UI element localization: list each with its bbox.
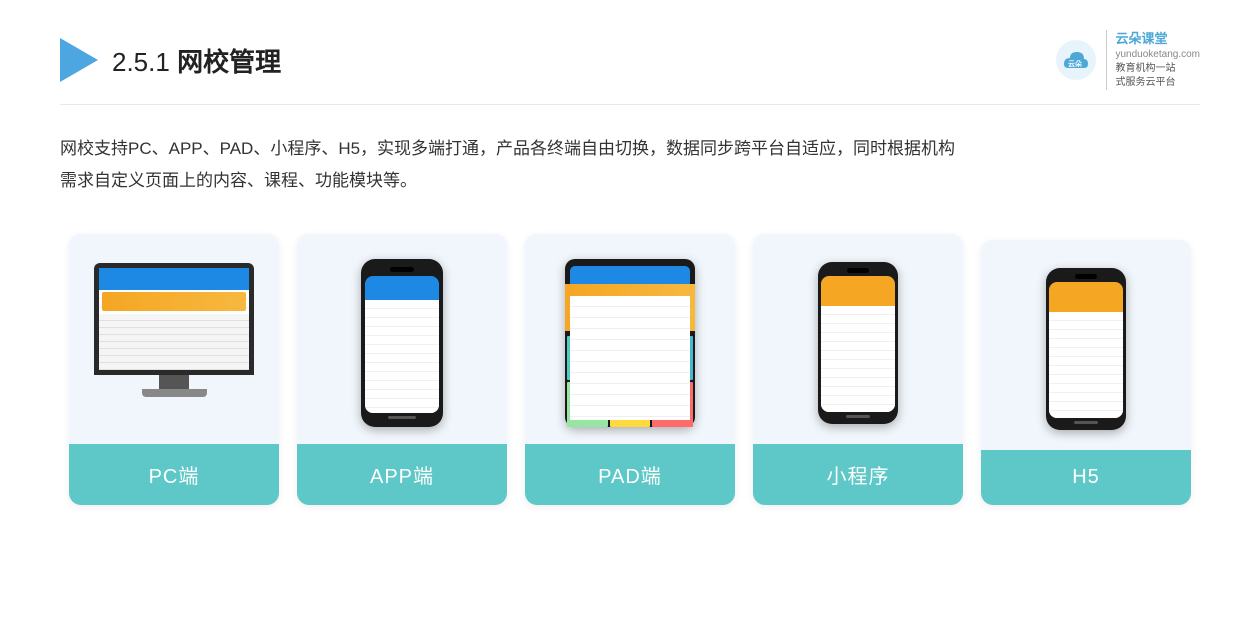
description-text: 网校支持PC、APP、PAD、小程序、H5，实现多端打通，产品各终端自由切换，数… <box>60 133 1200 198</box>
mini-phone-notch-2 <box>1075 274 1097 279</box>
card-pad-label: PAD端 <box>525 444 735 505</box>
mini-phone-home-bar-2 <box>1074 421 1098 424</box>
brand-logo: 云朵 云朵课堂 yunduoketang.com 教育机构一站 式服务云平台 <box>1054 30 1200 90</box>
monitor-body <box>94 263 254 375</box>
header-right: 云朵 云朵课堂 yunduoketang.com 教育机构一站 式服务云平台 <box>1054 30 1200 90</box>
phone-home-bar <box>388 416 416 419</box>
card-app: APP端 <box>297 234 507 505</box>
card-h5-label: H5 <box>981 450 1191 505</box>
monitor-stand <box>159 375 189 389</box>
card-h5: H5 <box>981 240 1191 505</box>
pc-mockup <box>89 263 259 423</box>
monitor-screen <box>99 268 249 370</box>
card-pad: PAD端 <box>525 234 735 505</box>
pad-mockup <box>565 259 695 427</box>
cards-row: PC端 <box>60 234 1200 505</box>
card-app-label: APP端 <box>297 444 507 505</box>
page-title: 2.5.1 网校管理 <box>112 42 281 79</box>
card-miniprogram: 小程序 <box>753 234 963 505</box>
card-miniprogram-image <box>753 234 963 444</box>
mini-phone-screen-1 <box>821 276 895 412</box>
pad-screen <box>570 266 690 404</box>
svg-text:云朵: 云朵 <box>1068 59 1083 68</box>
header: 2.5.1 网校管理 云朵 云朵课堂 yunduoketang.com 教育机构… <box>60 30 1200 105</box>
mini-phone-home-bar-1 <box>846 415 870 418</box>
phone-notch <box>390 267 414 272</box>
header-left: 2.5.1 网校管理 <box>60 38 281 82</box>
card-pad-image <box>525 234 735 444</box>
mini-phone-mockup-2 <box>1046 268 1126 430</box>
card-h5-image <box>981 240 1191 450</box>
page-container: 2.5.1 网校管理 云朵 云朵课堂 yunduoketang.com 教育机构… <box>0 0 1260 630</box>
phone-screen <box>365 276 439 413</box>
card-app-image <box>297 234 507 444</box>
card-pc: PC端 <box>69 234 279 505</box>
card-pc-label: PC端 <box>69 444 279 505</box>
mini-phone-notch-1 <box>847 268 869 273</box>
card-pc-image <box>69 234 279 444</box>
mini-phone-mockup-1 <box>818 262 898 424</box>
phone-mockup-app <box>361 259 443 427</box>
brand-text: 云朵课堂 yunduoketang.com 教育机构一站 式服务云平台 <box>1106 30 1200 90</box>
cloud-icon: 云朵 <box>1054 38 1098 82</box>
mini-phone-screen-2 <box>1049 282 1123 418</box>
monitor-base <box>142 389 207 397</box>
card-miniprogram-label: 小程序 <box>753 444 963 505</box>
logo-triangle-icon <box>60 38 98 82</box>
